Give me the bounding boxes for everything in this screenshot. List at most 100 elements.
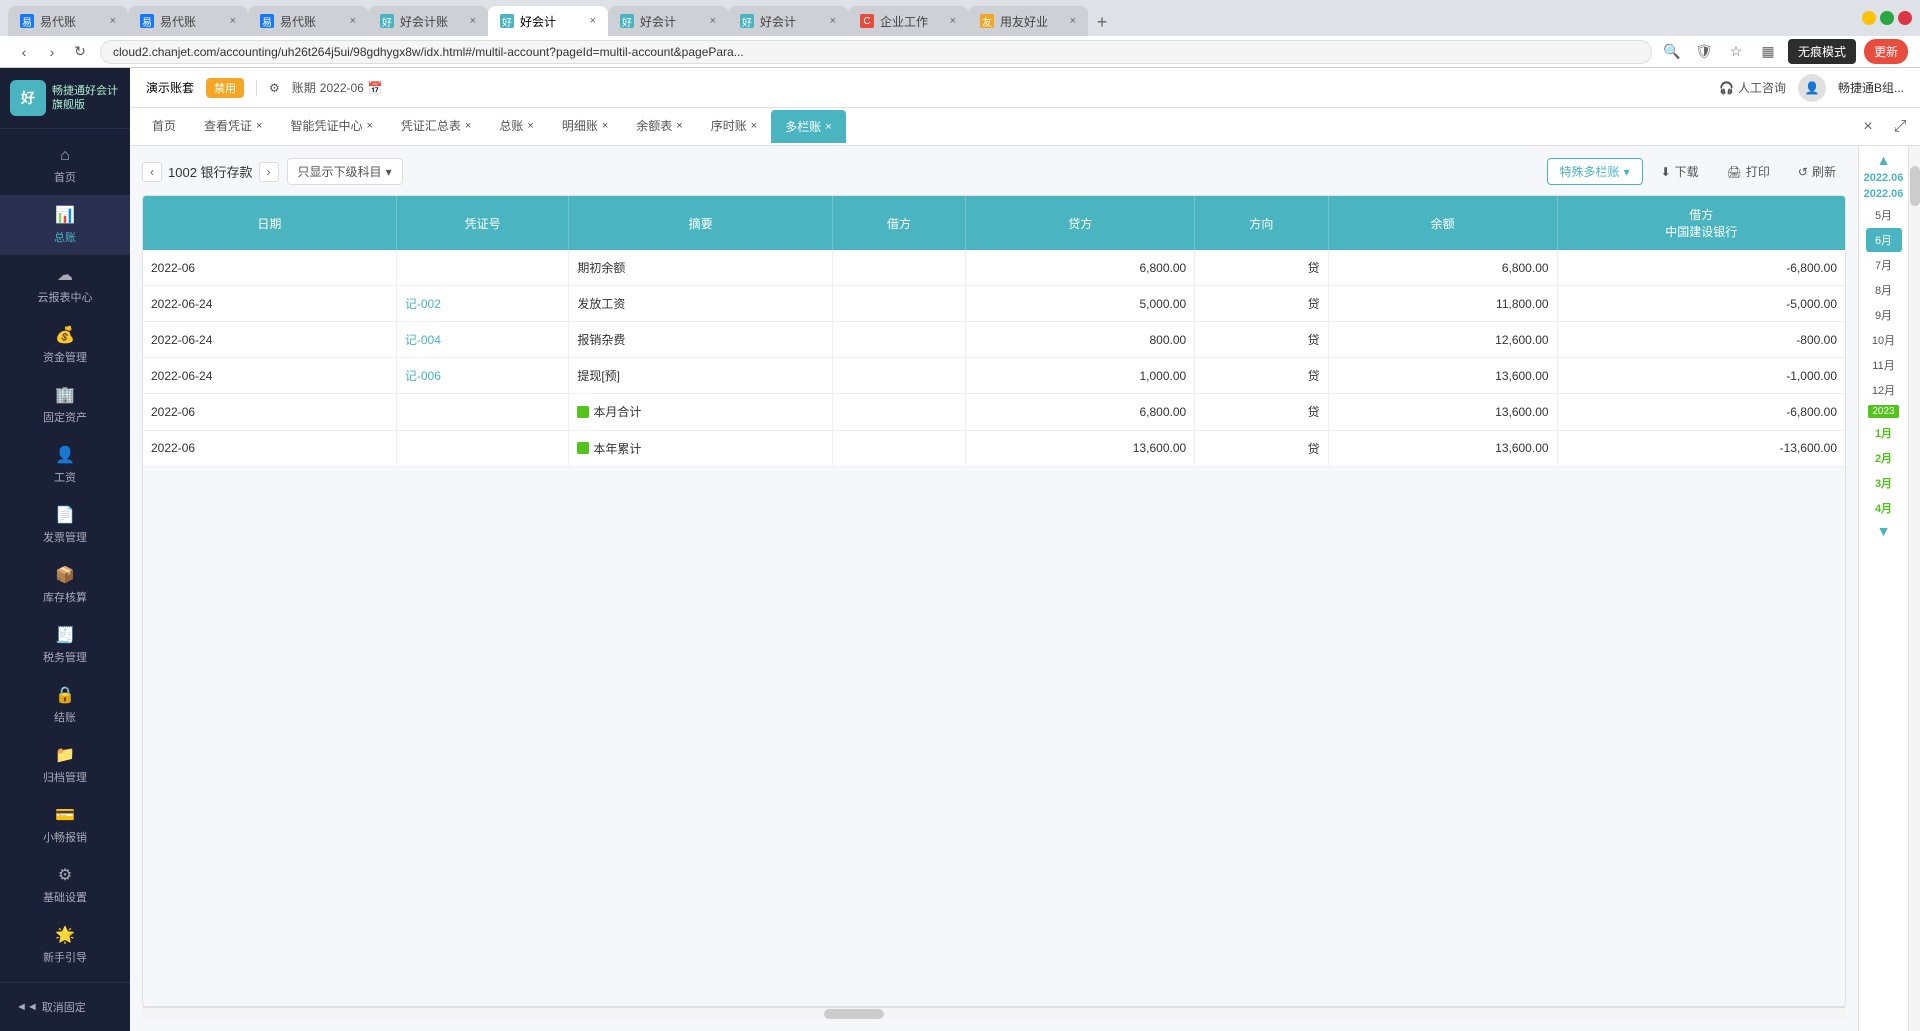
cal-year-2023-tag[interactable]: 2023 <box>1868 405 1898 418</box>
expand-panel-btn[interactable]: ⤢ <box>1888 115 1912 139</box>
print-btn[interactable]: 🖨 打印 <box>1717 159 1780 184</box>
page-tab-close-general[interactable]: × <box>527 120 533 132</box>
page-tab-close-multi[interactable]: × <box>825 121 831 133</box>
update-btn[interactable]: 更新 <box>1864 39 1908 64</box>
cal-month-7月[interactable]: 7月 <box>1866 253 1902 277</box>
settings-gear-btn[interactable]: ⚙ <box>269 81 280 95</box>
horizontal-scrollbar[interactable] <box>142 1007 1846 1019</box>
maximize-btn[interactable] <box>1880 11 1894 25</box>
cal-month-5月[interactable]: 5月 <box>1866 203 1902 227</box>
tab-close-t6[interactable]: × <box>710 15 716 27</box>
sidebar-item-ledger[interactable]: 📊 总账 <box>0 195 130 255</box>
page-tab-close-vouchers[interactable]: × <box>256 120 262 132</box>
page-tab-balance[interactable]: 余额表× <box>622 109 696 144</box>
close-browser-btn[interactable] <box>1898 11 1912 25</box>
special-multi-btn[interactable]: 特殊多栏账 ▾ <box>1547 158 1643 185</box>
browser-tab-t3[interactable]: 易 易代账 × <box>248 6 368 36</box>
collapse-panel-btn[interactable]: × <box>1856 115 1880 139</box>
browser-tab-t4[interactable]: 好 好会计账 × <box>368 6 488 36</box>
period-item[interactable]: 账期 2022-06 📅 <box>292 79 383 96</box>
sidebar-item-assets[interactable]: 🏢 固定资产 <box>0 375 130 435</box>
browser-tab-t8[interactable]: C 企业工作 × <box>848 6 968 36</box>
user-avatar[interactable]: 👤 <box>1798 74 1826 102</box>
tab-close-t3[interactable]: × <box>350 15 356 27</box>
sidebar-item-expense[interactable]: 💳 小畅报销 <box>0 795 130 855</box>
cal-month-2023-2月[interactable]: 2月 <box>1866 446 1902 470</box>
tab-close-t2[interactable]: × <box>230 15 236 27</box>
cal-month-12月[interactable]: 12月 <box>1866 378 1902 402</box>
cal-month-9月[interactable]: 9月 <box>1866 303 1902 327</box>
browser-tab-t6[interactable]: 好 好会计 × <box>608 6 728 36</box>
shield-btn[interactable]: 🛡 <box>1692 40 1716 64</box>
cal-month-6月[interactable]: 6月 <box>1866 228 1902 252</box>
voucher-link-2[interactable]: 记-004 <box>405 333 441 347</box>
cancel-fixed-btn[interactable]: ◄◄ 取消固定 <box>10 993 120 1021</box>
browser-tab-t7[interactable]: 好 好会计 × <box>728 6 848 36</box>
vertical-scrollbar[interactable] <box>1908 146 1920 1031</box>
cal-month-11月[interactable]: 11月 <box>1866 353 1902 377</box>
page-tab-close-summary[interactable]: × <box>465 120 471 132</box>
page-tab-smart[interactable]: 智能凭证中心× <box>276 109 386 144</box>
account-next-btn[interactable]: › <box>259 162 279 182</box>
cal-month-2023-4月[interactable]: 4月 <box>1866 496 1902 520</box>
tab-close-t8[interactable]: × <box>950 15 956 27</box>
user-name[interactable]: 畅捷通B组... <box>1838 79 1904 96</box>
cal-scroll-down-btn[interactable]: ▼ <box>1869 521 1899 541</box>
account-prev-btn[interactable]: ‹ <box>142 162 162 182</box>
service-btn[interactable]: 🎧 人工咨询 <box>1719 79 1786 96</box>
tab-close-t9[interactable]: × <box>1070 15 1076 27</box>
page-tab-summary[interactable]: 凭证汇总表× <box>387 109 485 144</box>
new-tab-btn[interactable]: + <box>1088 8 1116 36</box>
page-tab-vouchers[interactable]: 查看凭证× <box>190 109 276 144</box>
sidebar-item-tax[interactable]: 🧾 税务管理 <box>0 615 130 675</box>
tab-close-t4[interactable]: × <box>470 15 476 27</box>
sidebar-item-home[interactable]: ⌂ 首页 <box>0 137 130 195</box>
minimize-btn[interactable] <box>1862 11 1876 25</box>
page-tab-close-sequence[interactable]: × <box>751 120 757 132</box>
page-tab-multi[interactable]: 多栏账× <box>771 110 845 143</box>
sidebar-item-settings[interactable]: ⚙ 基础设置 <box>0 855 130 915</box>
sidebar-item-archive[interactable]: 📁 归档管理 <box>0 735 130 795</box>
sidebar-item-reports[interactable]: ☁ 云报表中心 <box>0 255 130 315</box>
voucher-link-3[interactable]: 记-006 <box>405 369 441 383</box>
browser-tab-t9[interactable]: 友 用友好业 × <box>968 6 1088 36</box>
cal-month-2023-1月[interactable]: 1月 <box>1866 421 1902 445</box>
tab-close-t7[interactable]: × <box>830 15 836 27</box>
sidebar-item-guide[interactable]: 🌟 新手引导 <box>0 915 130 975</box>
sidebar-item-member[interactable]: 👑 畅会员 <box>0 975 130 982</box>
sidebar-item-salary[interactable]: 👤 工资 <box>0 435 130 495</box>
page-tab-home[interactable]: 首页 <box>138 109 190 144</box>
browser-tab-t1[interactable]: 易 易代账 × <box>8 6 128 36</box>
page-tab-detail[interactable]: 明细账× <box>548 109 622 144</box>
page-tab-close-detail[interactable]: × <box>602 120 608 132</box>
search-btn[interactable]: 🔍 <box>1660 40 1684 64</box>
page-tab-sequence[interactable]: 序时账× <box>697 109 771 144</box>
tab-close-t5[interactable]: × <box>590 15 596 27</box>
voucher-link-1[interactable]: 记-002 <box>405 297 441 311</box>
sidebar-item-closing[interactable]: 🔒 结账 <box>0 675 130 735</box>
refresh-btn[interactable]: ↺ 刷新 <box>1788 159 1846 184</box>
filter-dropdown[interactable]: 只显示下级科目 ▾ <box>287 158 403 185</box>
forward-btn[interactable]: › <box>40 40 64 64</box>
v-scroll-thumb[interactable] <box>1910 166 1920 206</box>
page-tab-general[interactable]: 总账× <box>485 109 547 144</box>
tab-close-t1[interactable]: × <box>110 15 116 27</box>
sidebar-item-invoice[interactable]: 📄 发票管理 <box>0 495 130 555</box>
cal-month-8月[interactable]: 8月 <box>1866 278 1902 302</box>
reload-btn[interactable]: ↻ <box>68 40 92 64</box>
url-bar[interactable]: cloud2.chanjet.com/accounting/uh26t264j5… <box>100 40 1652 64</box>
back-btn[interactable]: ‹ <box>12 40 36 64</box>
page-tab-close-balance[interactable]: × <box>676 120 682 132</box>
page-tab-close-smart[interactable]: × <box>366 120 372 132</box>
sidebar-item-inventory[interactable]: 📦 库存核算 <box>0 555 130 615</box>
account-badge[interactable]: 禁用 <box>206 78 244 98</box>
cal-scroll-up-btn[interactable]: ▲ <box>1869 150 1899 170</box>
wuhen-btn[interactable]: 无痕模式 <box>1788 39 1856 64</box>
browser-tab-t2[interactable]: 易 易代账 × <box>128 6 248 36</box>
cal-month-10月[interactable]: 10月 <box>1866 328 1902 352</box>
star-btn[interactable]: ☆ <box>1724 40 1748 64</box>
cal-month-2023-3月[interactable]: 3月 <box>1866 471 1902 495</box>
scroll-thumb[interactable] <box>824 1009 884 1019</box>
download-btn[interactable]: ⬇ 下载 <box>1651 159 1709 184</box>
browser-tab-t5[interactable]: 好 好会计 × <box>488 6 608 36</box>
